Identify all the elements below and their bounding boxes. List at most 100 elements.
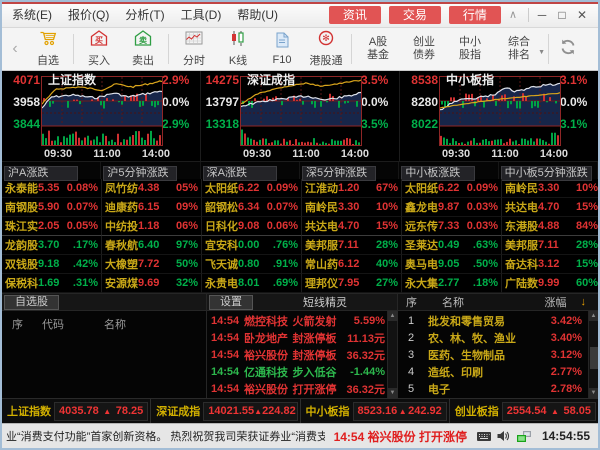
stock-quote-cell[interactable]: 美邦服7.1128% xyxy=(502,236,600,255)
menu-item[interactable]: 报价(Q) xyxy=(68,6,109,23)
sector-row[interactable]: 2农、林、牧、渔业3.40% xyxy=(398,329,588,346)
index-summary-中小板指[interactable]: 中小板指8523.16▲242.92 xyxy=(301,399,450,423)
wizard-settings-button[interactable]: 设置 xyxy=(209,295,253,310)
scroll-up-icon[interactable]: ▲ xyxy=(589,311,599,321)
quick-button[interactable]: 资讯 xyxy=(329,6,381,24)
stock-quote-cell[interactable]: 韶钢松6.340.07% xyxy=(202,198,302,217)
sector-row[interactable]: 4造纸、印刷2.77% xyxy=(398,363,588,380)
stock-quote-cell[interactable]: 飞天诚0.80.91% xyxy=(202,255,302,274)
stock-quote-cell[interactable]: 永大集2.77.18% xyxy=(402,274,502,293)
toolbar-button-综合排名[interactable]: 综合排名▼ xyxy=(493,36,545,62)
toolbar-button-买入[interactable]: 买买入 xyxy=(77,30,121,68)
index-chart-上证指数[interactable]: 上证指数4071395838442.9%0.0%2.9%09:3011:0014… xyxy=(2,71,201,161)
quick-button[interactable]: 行情 xyxy=(449,6,501,24)
maximize-button[interactable]: □ xyxy=(552,8,572,22)
wizard-scrollbar[interactable]: ▲ ▼ xyxy=(387,311,397,398)
stock-quote-cell[interactable]: 安源煤9.6932% xyxy=(102,274,202,293)
stock-quote-cell[interactable]: 太阳纸6.220.09% xyxy=(402,179,502,198)
sector-header-change[interactable]: 涨幅 xyxy=(545,294,579,310)
stock-quote-cell[interactable]: 奥马电9.05.50% xyxy=(402,255,502,274)
toolbar-button-中小股指[interactable]: 中小股指 xyxy=(447,36,493,62)
stock-quote-cell[interactable]: 凤竹纺4.3805% xyxy=(102,179,202,198)
stock-quote-cell[interactable]: 春秋航6.4097% xyxy=(102,236,202,255)
stock-quote-cell[interactable]: 东港股4.8884% xyxy=(502,217,600,236)
stock-quote-cell[interactable]: 共达电4.7015% xyxy=(302,217,402,236)
kline-icon xyxy=(229,30,247,51)
menu-item[interactable]: 工具(D) xyxy=(181,6,222,23)
toolbar-button-卖出[interactable]: 卖卖出 xyxy=(121,30,165,68)
index-summary-创业板指[interactable]: 创业板指2554.54▲58.05 xyxy=(450,399,598,423)
stock-quote-cell[interactable]: 珠江实2.050.05% xyxy=(2,217,102,236)
stock-change-percent: 0.08% xyxy=(67,182,98,194)
wizard-alert-row[interactable]: 14:54燃控科技火箭发射5.59% xyxy=(207,312,387,329)
stock-quote-cell[interactable]: 太阳纸6.220.09% xyxy=(202,179,302,198)
stock-quote-cell[interactable]: 南钢股5.900.07% xyxy=(2,198,102,217)
menu-item[interactable]: 系统(E) xyxy=(12,6,52,23)
stock-quote-cell[interactable]: 双钱股9.18.42% xyxy=(2,255,102,274)
speaker-icon[interactable] xyxy=(496,429,513,443)
menu-item[interactable]: 分析(T) xyxy=(125,6,164,23)
quick-button[interactable]: 交易 xyxy=(389,6,441,24)
stock-quote-cell[interactable]: 日科化9.080.06% xyxy=(202,217,302,236)
stock-quote-cell[interactable]: 美邦服7.1128% xyxy=(302,236,402,255)
sector-header-name: 名称 xyxy=(428,294,545,310)
stock-quote-cell[interactable]: 迪康药6.1509% xyxy=(102,198,202,217)
time-tick: 09:30 xyxy=(243,148,271,160)
stock-quote-cell[interactable]: 江淮动1.2067% xyxy=(302,179,402,198)
chevron-down-icon[interactable]: ▼ xyxy=(538,46,545,59)
toolbar-button-创业债券[interactable]: 创业债券 xyxy=(401,36,447,62)
stock-quote-cell[interactable]: 永泰能5.350.08% xyxy=(2,179,102,198)
sector-row[interactable]: 5电子2.78% xyxy=(398,380,588,397)
wizard-alert-row[interactable]: 14:54裕兴股份打开涨停36.32元 xyxy=(207,380,387,397)
stock-quote-cell[interactable]: 鑫龙电9.870.03% xyxy=(402,198,502,217)
index-summary-深证成指[interactable]: 深证成指14021.55▲224.82 xyxy=(151,399,300,423)
toolbar-button-F10[interactable]: F10 xyxy=(260,32,304,66)
menu-item[interactable]: 帮助(U) xyxy=(237,6,278,23)
stock-quote-cell[interactable]: 远东传7.330.03% xyxy=(402,217,502,236)
stock-quote-cell[interactable]: 常山药6.1240% xyxy=(302,255,402,274)
stock-quote-cell[interactable]: 永贵电8.01.69% xyxy=(202,274,302,293)
stock-quote-cell[interactable]: 共达电4.7015% xyxy=(502,198,600,217)
stock-quote-cell[interactable]: 保税科1.69.31% xyxy=(2,274,102,293)
index-summary-上证指数[interactable]: 上证指数4035.78▲78.25 xyxy=(2,399,151,423)
svg-text:买: 买 xyxy=(95,36,103,45)
sector-row[interactable]: 1批发和零售贸易3.42% xyxy=(398,312,588,329)
stock-quote-cell[interactable]: 理邦仪7.9527% xyxy=(302,274,402,293)
stock-quote-cell[interactable]: 大橡塑7.7250% xyxy=(102,255,202,274)
sort-desc-icon[interactable]: ↓ xyxy=(581,296,599,308)
refresh-button[interactable] xyxy=(552,37,584,62)
scroll-down-icon[interactable]: ▼ xyxy=(589,388,599,398)
toolbar-button-港股通[interactable]: ✻港股通 xyxy=(304,30,348,68)
toolbar-button-A股基金[interactable]: A股基金 xyxy=(355,36,401,62)
tab-watchlist[interactable]: 自选股 xyxy=(4,295,59,310)
index-chart-深证成指[interactable]: 深证成指1427513797133183.5%0.0%3.5%09:3011:0… xyxy=(201,71,400,161)
network-status-icon[interactable] xyxy=(516,429,533,443)
alert-value: 11.13元 xyxy=(336,330,387,346)
wizard-alert-row[interactable]: 14:54卧龙地产封涨停板11.13元 xyxy=(207,329,387,346)
index-chart-中小板指[interactable]: 中小板指8538828080223.1%0.0%3.1%09:3011:0014… xyxy=(400,71,598,161)
stock-quote-cell[interactable]: 广陆数9.9960% xyxy=(502,274,600,293)
stock-quote-cell[interactable]: 龙韵股3.70.17% xyxy=(2,236,102,255)
scrollbar-thumb[interactable] xyxy=(590,347,598,369)
stock-quote-cell[interactable]: 宜安科0.00.76% xyxy=(202,236,302,255)
sector-scrollbar[interactable]: ▲ ▼ xyxy=(588,311,598,398)
close-button[interactable]: ✕ xyxy=(572,8,592,22)
back-icon[interactable]: ‹ xyxy=(4,40,26,58)
toolbar-button-自选[interactable]: 自选 xyxy=(26,30,70,68)
wizard-tab-row: 设置 短线精灵 xyxy=(207,294,397,311)
wizard-alert-row[interactable]: 14:54裕兴股份封涨停板36.32元 xyxy=(207,346,387,363)
keyboard-icon[interactable] xyxy=(476,429,493,443)
stock-quote-cell[interactable]: 奋达科3.1215% xyxy=(502,255,600,274)
stock-quote-cell[interactable]: 南岭民3.3010% xyxy=(302,198,402,217)
scroll-up-icon[interactable]: ▲ xyxy=(388,311,398,321)
stock-quote-cell[interactable]: 圣莱达0.49.63% xyxy=(402,236,502,255)
wizard-alert-row[interactable]: 14:54亿通科技步入低谷-1.44% xyxy=(207,363,387,380)
sector-row[interactable]: 3医药、生物制品3.12% xyxy=(398,346,588,363)
toolbar-button-分时[interactable]: 分时 xyxy=(172,30,216,68)
collapse-toolbar-icon[interactable]: ∧ xyxy=(509,8,517,21)
scroll-down-icon[interactable]: ▼ xyxy=(388,388,398,398)
toolbar-button-K线[interactable]: K线 xyxy=(216,30,260,68)
minimize-button[interactable]: ─ xyxy=(532,8,552,22)
stock-quote-cell[interactable]: 中纺投1.1806% xyxy=(102,217,202,236)
stock-quote-cell[interactable]: 南岭民3.3010% xyxy=(502,179,600,198)
